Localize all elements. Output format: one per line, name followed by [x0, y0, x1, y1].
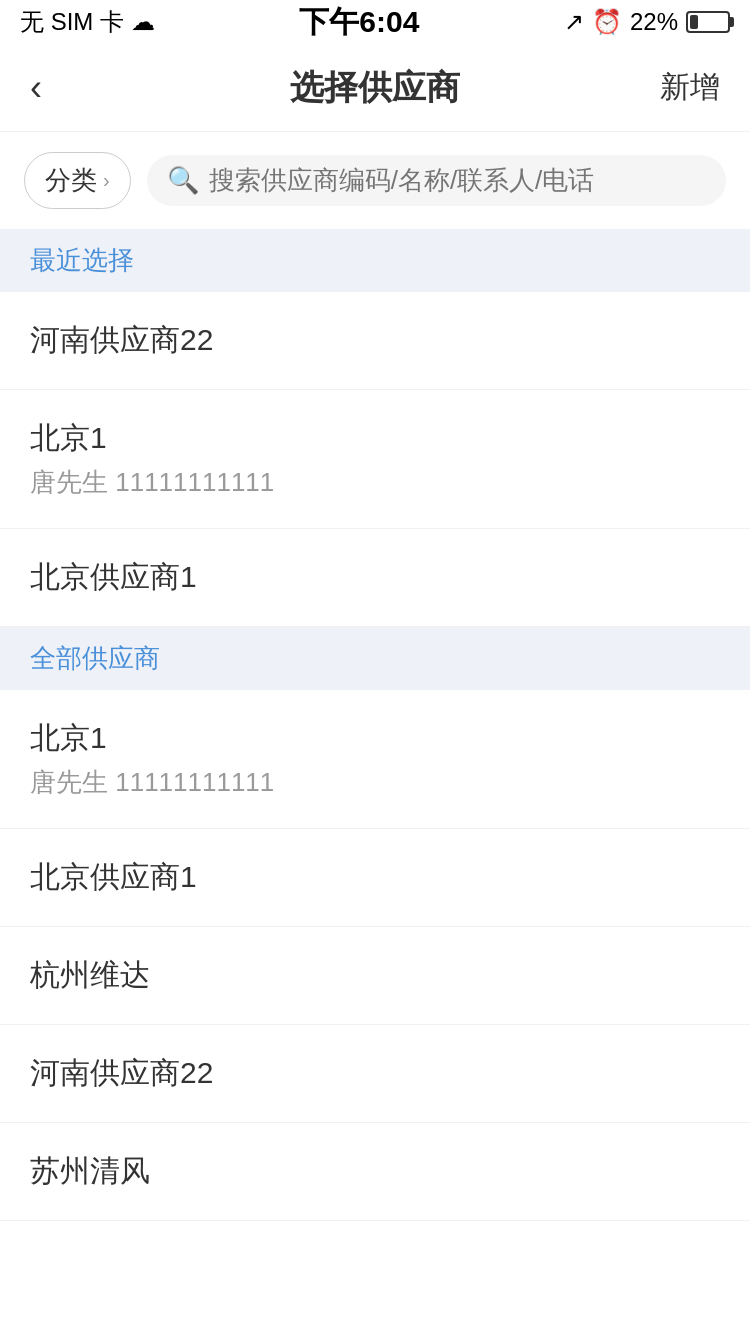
category-label: 分类: [45, 163, 97, 198]
item-name: 苏州清风: [30, 1151, 720, 1192]
location-icon: ↗: [564, 8, 584, 36]
search-bar: 分类 › 🔍: [0, 132, 750, 229]
item-name: 杭州维达: [30, 955, 720, 996]
all-items-list: 北京1 唐先生 11111111111 北京供应商1 杭州维达 河南供应商22 …: [0, 690, 750, 1221]
all-section-label: 全部供应商: [30, 643, 160, 673]
sim-text: 无 SIM 卡 ☁: [20, 6, 155, 38]
category-button[interactable]: 分类 ›: [24, 152, 131, 209]
item-name: 河南供应商22: [30, 320, 720, 361]
recent-section-header: 最近选择: [0, 229, 750, 292]
status-left: 无 SIM 卡 ☁: [20, 6, 155, 38]
battery-text: 22%: [630, 8, 678, 36]
chevron-right-icon: ›: [103, 169, 110, 192]
status-bar: 无 SIM 卡 ☁ 下午6:04 ↗ ⏰ 22%: [0, 0, 750, 44]
search-input[interactable]: [209, 165, 706, 196]
all-section-header: 全部供应商: [0, 627, 750, 690]
recent-items-list: 河南供应商22 北京1 唐先生 11111111111 北京供应商1: [0, 292, 750, 627]
item-name: 北京供应商1: [30, 557, 720, 598]
list-item[interactable]: 杭州维达: [0, 927, 750, 1025]
list-item[interactable]: 苏州清风: [0, 1123, 750, 1221]
recent-section-label: 最近选择: [30, 245, 134, 275]
list-item[interactable]: 河南供应商22: [0, 1025, 750, 1123]
list-item[interactable]: 北京1 唐先生 11111111111: [0, 690, 750, 829]
list-item[interactable]: 河南供应商22: [0, 292, 750, 390]
battery-icon: [686, 11, 730, 33]
item-name: 河南供应商22: [30, 1053, 720, 1094]
page-title: 选择供应商: [290, 65, 460, 111]
item-contact: 唐先生 11111111111: [30, 765, 720, 800]
alarm-icon: ⏰: [592, 8, 622, 36]
list-item[interactable]: 北京供应商1: [0, 529, 750, 627]
item-name: 北京供应商1: [30, 857, 720, 898]
back-button[interactable]: ‹: [30, 67, 90, 109]
status-right: ↗ ⏰ 22%: [564, 8, 730, 36]
nav-bar: ‹ 选择供应商 新增: [0, 44, 750, 132]
item-name: 北京1: [30, 418, 720, 459]
item-name: 北京1: [30, 718, 720, 759]
search-icon: 🔍: [167, 165, 199, 196]
add-button[interactable]: 新增: [660, 67, 720, 108]
search-input-wrap: 🔍: [147, 155, 726, 206]
list-item[interactable]: 北京供应商1: [0, 829, 750, 927]
item-contact: 唐先生 11111111111: [30, 465, 720, 500]
list-item[interactable]: 北京1 唐先生 11111111111: [0, 390, 750, 529]
status-time: 下午6:04: [299, 2, 419, 43]
